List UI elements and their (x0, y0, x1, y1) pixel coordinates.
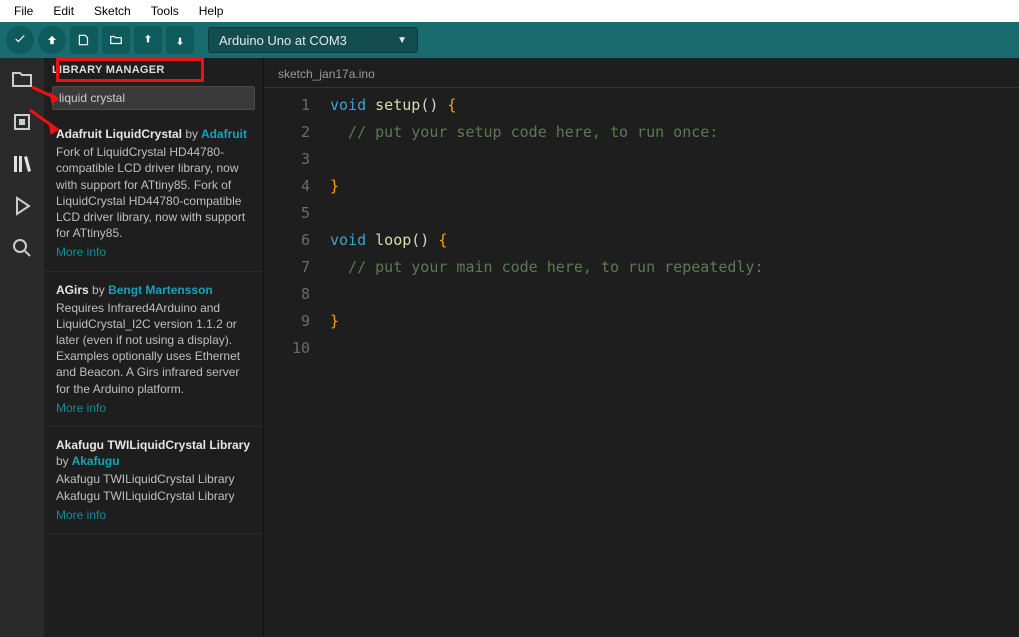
code-editor[interactable]: 12345678910 void setup() { // put your s… (264, 88, 1019, 362)
lib-title: Adafruit LiquidCrystal by Adafruit (56, 126, 253, 142)
code-lines: void setup() { // put your setup code he… (324, 92, 1019, 362)
lib-desc: Fork of LiquidCrystal HD44780-compatible… (56, 144, 253, 241)
chevron-down-icon: ▼ (397, 35, 407, 46)
menu-tools[interactable]: Tools (141, 2, 189, 20)
lib-title: Akafugu TWILiquidCrystal Library by Akaf… (56, 437, 253, 469)
verify-button[interactable] (6, 26, 34, 54)
menu-sketch[interactable]: Sketch (84, 2, 141, 20)
board-name: Arduino Uno at COM3 (219, 33, 347, 48)
library-manager-panel: LIBRARY MANAGER Adafruit LiquidCrystal b… (44, 58, 264, 637)
lib-title: AGirs by Bengt Martensson (56, 282, 253, 298)
menu-help[interactable]: Help (189, 2, 234, 20)
debug-icon[interactable] (10, 194, 34, 218)
board-selector[interactable]: Arduino Uno at COM3 ▼ (208, 27, 418, 53)
tab-bar: sketch_jan17a.ino (264, 58, 1019, 88)
search-container (52, 86, 255, 110)
file-tab[interactable]: sketch_jan17a.ino (264, 61, 389, 87)
library-item[interactable]: Adafruit LiquidCrystal by Adafruit Fork … (44, 116, 263, 272)
more-info-link[interactable]: More info (56, 507, 106, 523)
open-button[interactable] (102, 26, 130, 54)
new-sketch-button[interactable] (70, 26, 98, 54)
library-manager-icon[interactable] (10, 152, 34, 176)
save-button[interactable] (134, 26, 162, 54)
toolbar: Arduino Uno at COM3 ▼ (0, 22, 1019, 58)
library-search-input[interactable] (52, 86, 255, 110)
library-item[interactable]: Akafugu TWILiquidCrystal Library by Akaf… (44, 427, 263, 534)
library-list[interactable]: Adafruit LiquidCrystal by Adafruit Fork … (44, 116, 263, 637)
panel-title: LIBRARY MANAGER (44, 58, 263, 82)
more-info-link[interactable]: More info (56, 400, 106, 416)
activity-bar (0, 58, 44, 637)
lib-desc: Akafugu TWILiquidCrystal Library Akafugu… (56, 471, 253, 503)
line-gutter: 12345678910 (264, 92, 324, 362)
upload-button[interactable] (38, 26, 66, 54)
menu-edit[interactable]: Edit (43, 2, 84, 20)
search-icon[interactable] (10, 236, 34, 260)
serial-monitor-button[interactable] (166, 26, 194, 54)
menu-file[interactable]: File (4, 2, 43, 20)
library-item[interactable]: AGirs by Bengt Martensson Requires Infra… (44, 272, 263, 428)
editor-area: sketch_jan17a.ino 12345678910 void setup… (264, 58, 1019, 637)
annotation-arrow-icon (30, 85, 64, 109)
lib-desc: Requires Infrared4Arduino and LiquidCrys… (56, 300, 253, 397)
more-info-link[interactable]: More info (56, 244, 106, 260)
annotation-arrow-icon (28, 108, 64, 138)
menu-bar: File Edit Sketch Tools Help (0, 0, 1019, 22)
